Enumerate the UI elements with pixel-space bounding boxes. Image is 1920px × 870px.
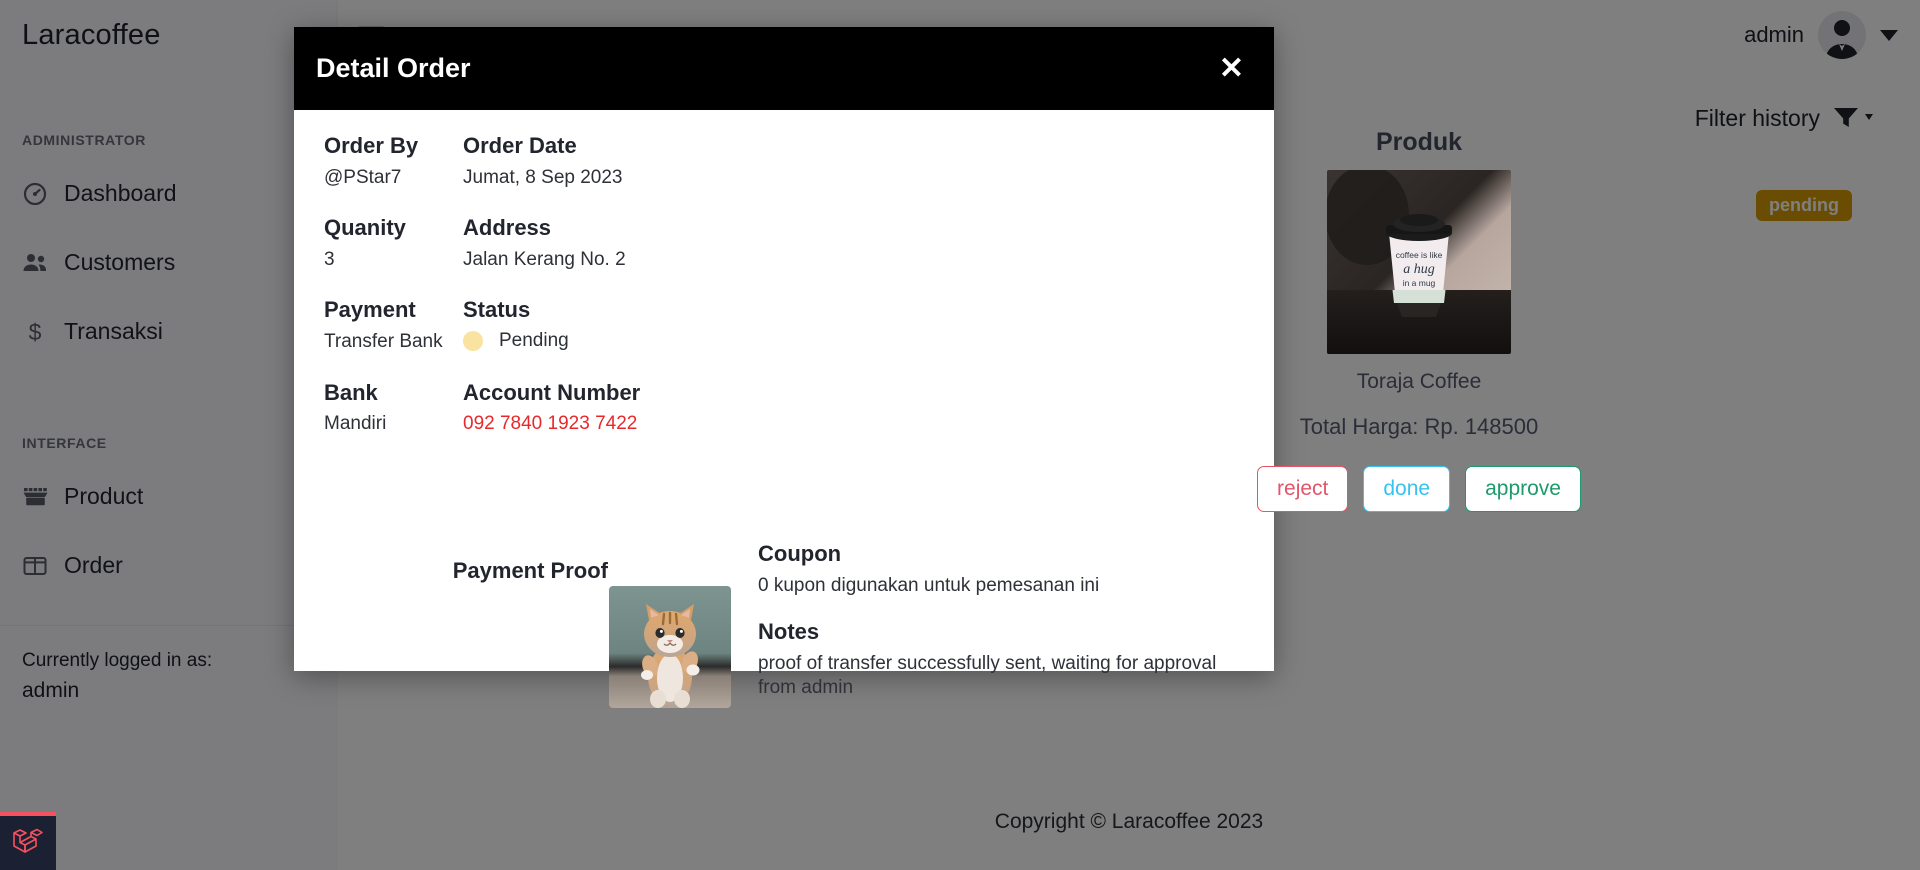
field-value: @PStar7	[324, 166, 402, 188]
cup-text-line1: coffee is like	[1396, 250, 1443, 260]
modal-title: Detail Order	[316, 53, 471, 83]
reject-button[interactable]: reject	[1257, 466, 1349, 512]
order-details-column: Order By @PStar7 Order Date Jumat, 8 Sep…	[294, 110, 1216, 708]
field-label: Payment	[324, 297, 416, 323]
laravel-logo-icon	[0, 812, 56, 870]
cup-text-line3: in a mug	[1403, 278, 1436, 288]
field-value: 3	[324, 248, 335, 270]
status-dot-icon	[463, 330, 483, 351]
field-value: Jumat, 8 Sep 2023	[463, 166, 623, 188]
detail-row-payment-status: Payment Transfer Bank Status Pending	[324, 296, 974, 354]
field-order-date: Order Date Jumat, 8 Sep 2023	[463, 132, 943, 190]
kitten-photo[interactable]	[609, 586, 731, 708]
close-icon[interactable]: ✕	[1211, 50, 1252, 88]
coupon-notes-block: Coupon 0 kupon digunakan untuk pemesanan…	[758, 540, 1258, 701]
detail-row-bank-account: Bank Mandiri Account Number 092 7840 192…	[324, 379, 974, 437]
product-total-price: Total Harga: Rp. 148500	[1299, 414, 1539, 439]
coupon-rest: digunakan untuk pemesanan ini	[825, 574, 1100, 596]
field-address: Address Jalan Kerang No. 2	[463, 214, 943, 272]
field-order-by: Order By @PStar7	[324, 132, 463, 190]
detail-order-modal: Detail Order ✕ Order By @PStar7 Order Da…	[294, 27, 1581, 708]
field-value: Jalan Kerang No. 2	[463, 248, 626, 270]
field-label: Bank	[324, 379, 378, 405]
field-label: Order Date	[463, 133, 577, 158]
notes-label: Notes	[758, 619, 820, 645]
payment-proof-label: Payment Proof	[452, 558, 608, 583]
product-name: Toraja Coffee	[1356, 370, 1482, 393]
field-payment: Payment Transfer Bank	[324, 296, 463, 354]
field-label: Account Number	[463, 379, 641, 405]
product-heading: Produk	[1375, 128, 1463, 156]
field-status: Status Pending	[463, 296, 943, 354]
field-label: Status	[463, 297, 531, 323]
modal-body: Order By @PStar7 Order Date Jumat, 8 Sep…	[294, 110, 1581, 708]
detail-row-quantity-address: Quanity 3 Address Jalan Kerang No. 2	[324, 214, 974, 272]
field-label: Order By	[324, 133, 419, 158]
coupon-count: 0 kupon	[758, 574, 826, 596]
product-column: Produk coffee is like a hug in a mug Tor…	[1257, 128, 1581, 512]
field-quantity: Quanity 3	[324, 214, 463, 272]
coffee-cup-photo[interactable]: coffee is like a hug in a mug	[1327, 170, 1511, 354]
field-bank: Bank Mandiri	[324, 379, 463, 437]
modal-header: Detail Order ✕	[294, 27, 1274, 110]
done-button[interactable]: done	[1363, 466, 1451, 512]
detail-row-orderby-orderdate: Order By @PStar7 Order Date Jumat, 8 Sep…	[324, 132, 974, 190]
field-value: Mandiri	[324, 413, 387, 435]
field-account-number: Account Number 092 7840 1923 7422	[463, 379, 943, 437]
field-value: Transfer Bank	[324, 330, 443, 352]
field-value: Pending	[499, 329, 569, 351]
notes-value: proof of transfer successfully sent, wai…	[758, 652, 1217, 699]
status-value-row: Pending	[463, 330, 943, 352]
app-root: Laracoffee ADMINISTRATOR Dashboard C	[0, 0, 1920, 870]
approve-button[interactable]: approve	[1465, 466, 1581, 512]
cup-text-line2: a hug	[1403, 262, 1435, 277]
coupon-value: 0 kupon digunakan untuk pemesanan ini	[758, 574, 1258, 599]
field-value: 092 7840 1923 7422	[463, 413, 638, 435]
coupon-label: Coupon	[758, 541, 842, 566]
action-buttons: reject done approve	[1257, 466, 1581, 512]
field-label: Address	[463, 215, 552, 241]
field-label: Quanity	[324, 215, 406, 241]
